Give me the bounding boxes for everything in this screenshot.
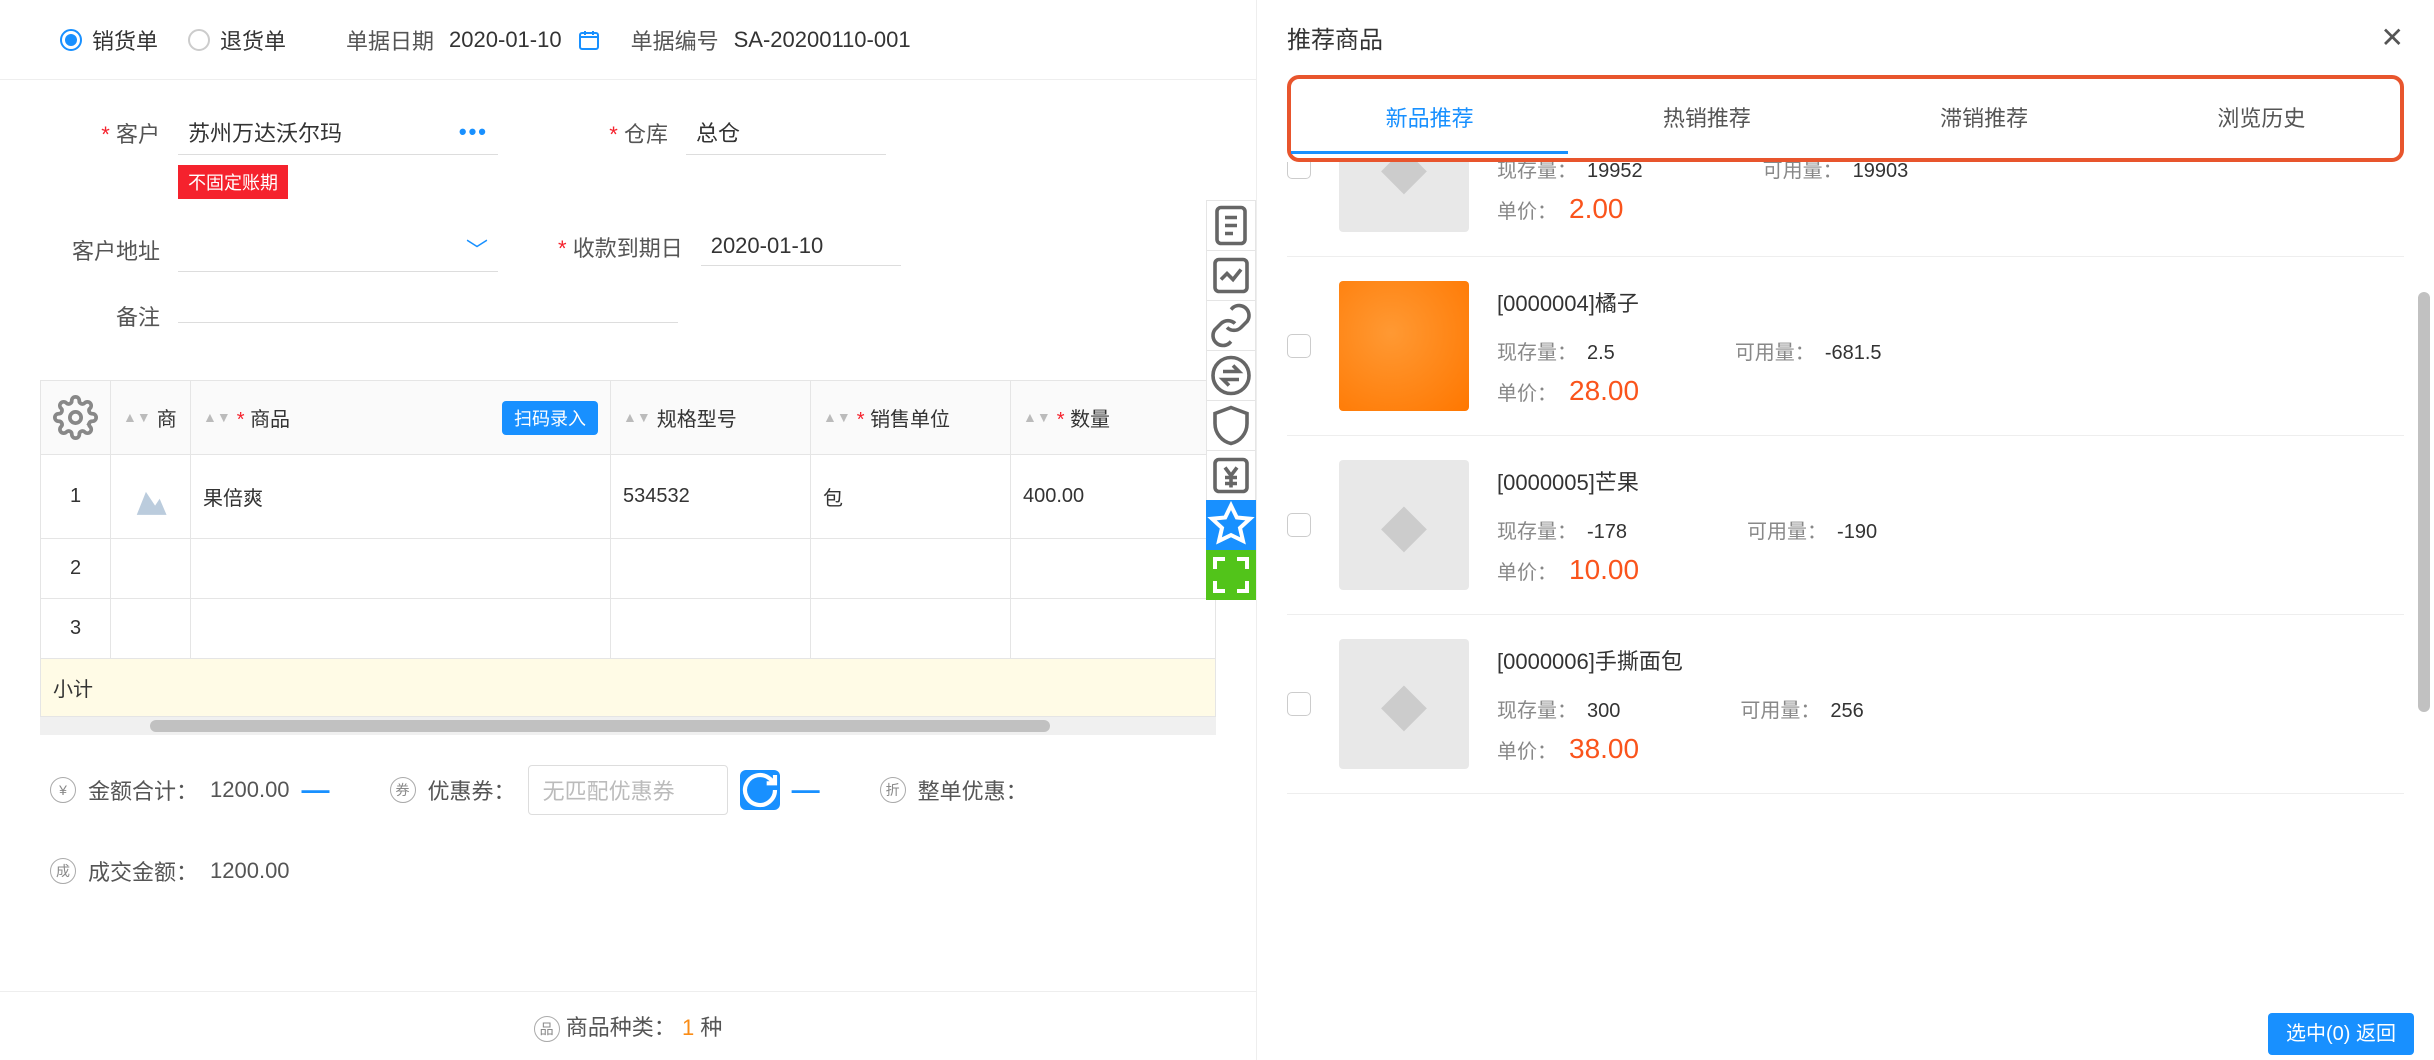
kinds-unit: 种 [700,1015,722,1040]
minus-icon: — [792,774,820,806]
table-row[interactable]: 1 果倍爽 534532 包 400.00 [41,455,1215,539]
subtotal-row: 小计 [41,659,1215,716]
col-product[interactable]: ▲▼商品扫码录入 [191,381,611,454]
amount-value: 1200.00 [210,777,290,803]
radio-label: 退货单 [220,24,286,56]
deal-label: 成交金额： [88,855,198,887]
remark-input[interactable] [178,310,678,323]
recommend-tab[interactable]: 滞销推荐 [1846,83,2123,154]
item-checkbox[interactable] [1287,162,1311,179]
order-type-radio-group: 销货单 退货单 [20,24,316,56]
item-checkbox[interactable] [1287,334,1311,358]
doc-no-value: SA-20200110-001 [734,27,911,53]
product-thumbnail: ◆ [1339,162,1469,232]
account-period-badge: 不固定账期 [178,165,288,199]
customer-input[interactable]: 苏州万达沃尔玛 ••• [178,110,498,155]
item-checkbox[interactable] [1287,692,1311,716]
item-checkbox[interactable] [1287,513,1311,537]
deal-value: 1200.00 [210,858,290,884]
kinds-label: 商品种类： [566,1015,676,1040]
col-qty[interactable]: ▲▼数量 [1011,381,1215,454]
tool-shield-icon[interactable] [1206,400,1256,450]
tool-currency-icon[interactable] [1206,450,1256,500]
col-spec[interactable]: ▲▼规格型号 [611,381,811,454]
tool-swap-icon[interactable] [1206,350,1256,400]
calendar-icon[interactable] [577,28,601,52]
tool-notes-icon[interactable] [1206,200,1256,250]
doc-date-label: 单据日期 [346,24,434,56]
coupon-icon: 券 [390,777,416,803]
address-input[interactable]: ﹀ [178,227,498,272]
recommend-item: ◆ 250ml 现存量：19952可用量：19903 单价：2.00 [1287,162,2404,257]
refresh-coupon-button[interactable] [740,770,780,810]
deal-icon: 成 [50,858,76,884]
radio-sales-order[interactable]: 销货单 [60,24,158,56]
due-date-input[interactable]: 2020-01-10 [701,227,901,266]
kinds-icon: 品 [534,1016,560,1042]
tool-star-icon[interactable] [1206,500,1256,550]
address-label: 客户地址 [50,234,160,266]
recommend-title: 推荐商品 [1287,20,1383,55]
whole-discount-label: 整单优惠： [918,774,1028,806]
product-thumbnail [1339,281,1469,411]
warehouse-input[interactable]: 总仓 [686,110,886,155]
warehouse-label: 仓库 [558,117,668,149]
items-table: ▲▼商 ▲▼商品扫码录入 ▲▼规格型号 ▲▼销售单位 ▲▼数量 1 果倍爽 53… [40,380,1216,717]
coupon-input[interactable]: 无匹配优惠券 [528,765,728,815]
table-row[interactable]: 2 [41,539,1215,599]
settings-header[interactable] [41,381,111,454]
customer-label: 客户 [50,117,160,149]
close-icon[interactable]: ✕ [2381,21,2404,54]
col-unit[interactable]: ▲▼销售单位 [811,381,1011,454]
product-name: [0000006]手撕面包 [1497,644,2404,676]
product-thumbnail: ◆ [1339,460,1469,590]
radio-return-order[interactable]: 退货单 [188,24,286,56]
recommend-item: ◆ [0000006]手撕面包 现存量：300可用量：256 单价：38.00 [1287,615,2404,794]
col-merchant[interactable]: ▲▼商 [111,381,191,454]
due-date-label: 收款到期日 [558,231,683,263]
amount-label: 金额合计： [88,774,198,806]
radio-icon [188,29,210,51]
recommend-tabs-highlight: 新品推荐热销推荐滞销推荐浏览历史 [1287,75,2404,162]
kinds-value: 1 [682,1015,694,1040]
recommend-tab[interactable]: 浏览历史 [2123,83,2400,154]
more-icon[interactable]: ••• [459,119,488,145]
doc-no-label: 单据编号 [631,24,719,56]
tool-chart-icon[interactable] [1206,250,1256,300]
select-return-button[interactable]: 选中(0) 返回 [2268,1013,2414,1055]
doc-date-value[interactable]: 2020-01-10 [449,27,562,53]
product-name: [0000004]橘子 [1497,286,2404,318]
discount-icon: 折 [880,777,906,803]
currency-icon: ¥ [50,777,76,803]
vertical-scrollbar[interactable] [2418,292,2430,712]
radio-icon [60,29,82,51]
chevron-down-icon: ﹀ [466,233,488,265]
scan-input-button[interactable]: 扫码录入 [502,401,598,435]
recommend-tab[interactable]: 热销推荐 [1568,83,1845,154]
tool-link-icon[interactable] [1206,300,1256,350]
minus-icon: — [302,774,330,806]
remark-label: 备注 [50,300,160,332]
recommend-tab[interactable]: 新品推荐 [1291,83,1568,154]
coupon-label: 优惠券： [428,774,516,806]
tool-expand-icon[interactable] [1206,550,1256,600]
product-thumbnail: ◆ [1339,639,1469,769]
recommend-item: [0000004]橘子 现存量：2.5可用量：-681.5 单价：28.00 [1287,257,2404,436]
product-name: [0000005]芒果 [1497,465,2404,497]
radio-label: 销货单 [92,24,158,56]
table-row[interactable]: 3 [41,599,1215,659]
horizontal-scrollbar[interactable] [40,717,1216,735]
recommend-item: ◆ [0000005]芒果 现存量：-178可用量：-190 单价：10.00 [1287,436,2404,615]
